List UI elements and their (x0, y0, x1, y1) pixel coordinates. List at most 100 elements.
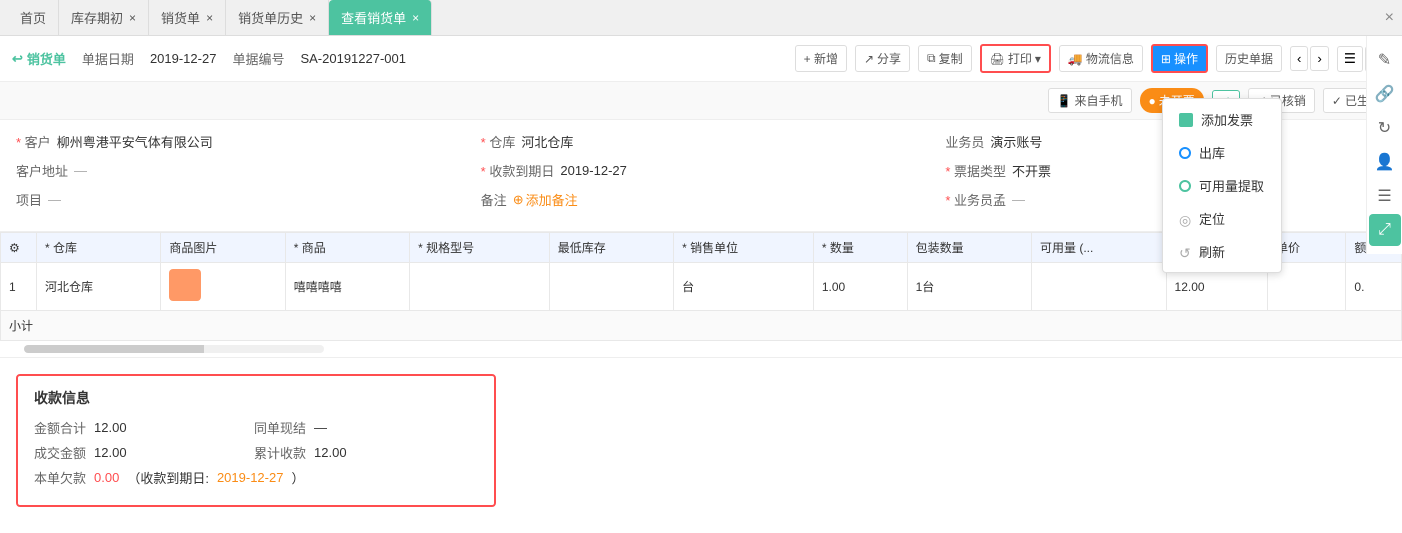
op-refresh[interactable]: ↺ 刷新 (1163, 235, 1281, 268)
operation-icon: ⊞ (1161, 52, 1171, 66)
payment-date-value: 2019-12-27 (560, 163, 627, 178)
row-product: 嘻嘻嘻嘻 (285, 263, 409, 311)
row-min-stock (549, 263, 673, 311)
tab-inventory[interactable]: 库存期初 × (59, 0, 149, 35)
doc-type-label: 销货单 (27, 49, 66, 68)
tab-sales-close[interactable]: × (206, 11, 213, 25)
copy-icon: ⧉ (927, 51, 936, 66)
next-arrow[interactable]: › (1310, 46, 1328, 71)
th-min-stock: 最低库存 (549, 233, 673, 263)
notes-label: 备注 (481, 190, 507, 209)
sidebar-refresh-icon[interactable]: ↻ (1369, 112, 1401, 144)
ticket-type-label: 票据类型 (945, 161, 1006, 180)
logistics-button[interactable]: 🚚 物流信息 (1059, 45, 1143, 72)
same-order-value: — (314, 420, 327, 435)
outbound-icon (1179, 147, 1191, 159)
print-button[interactable]: 🖨 打印 ▾ (980, 44, 1051, 73)
sidebar-user-icon[interactable]: 👤 (1369, 146, 1401, 178)
window-close-button[interactable]: × (1385, 9, 1394, 27)
copy-button[interactable]: ⧉ 复制 (918, 45, 972, 72)
share-icon: ↗ (864, 52, 874, 66)
view-list-btn[interactable]: ☰ (1337, 46, 1363, 72)
th-qty: * 数量 (813, 233, 907, 263)
print-icon: 🖨 (990, 52, 1005, 66)
tab-inventory-close[interactable]: × (129, 11, 136, 25)
project-field: 项目 — (16, 190, 457, 209)
logistics-icon: 🚚 (1068, 52, 1083, 66)
sidebar-link-icon[interactable]: 🔗 (1369, 78, 1401, 110)
op-add-invoice-label: 添加发票 (1201, 110, 1253, 129)
tab-sales-history[interactable]: 销货单历史 × (226, 0, 329, 35)
tab-home-label: 首页 (20, 8, 46, 27)
payment-date-label: 收款到期日 (481, 161, 555, 180)
total-amount-value: 12.00 (94, 420, 127, 435)
payment-area: 收款信息 金额合计 12.00 同单现结 — 成交金额 12.00 累计收款 (0, 358, 1402, 523)
locate-icon: ◎ (1179, 212, 1191, 226)
tab-sales[interactable]: 销货单 × (149, 0, 226, 35)
tab-sales-history-label: 销货单历史 (238, 8, 303, 27)
subtotal-row: 小计 (1, 311, 1402, 341)
address-field: 客户地址 — (16, 161, 457, 180)
new-button[interactable]: + 新增 (795, 45, 847, 72)
sidebar-list-icon[interactable]: ☰ (1369, 180, 1401, 212)
op-available-qty[interactable]: 可用量提取 (1163, 169, 1281, 202)
total-amount-label: 金额合计 (34, 418, 86, 437)
payment-title: 收款信息 (34, 388, 478, 408)
row-unit: 台 (674, 263, 814, 311)
same-order-label: 同单现结 (254, 418, 306, 437)
operation-button[interactable]: ⊞ 操作 (1151, 44, 1208, 73)
notes-field: 备注 ⊕ 添加备注 (481, 190, 922, 209)
payment-date-field: 收款到期日 2019-12-27 (481, 161, 922, 180)
op-locate-label: 定位 (1199, 209, 1225, 228)
customer-label: 客户 (16, 132, 51, 151)
row-amount: 0. (1346, 263, 1402, 311)
cumulative-label: 累计收款 (254, 443, 306, 462)
no-label: 单据编号 (232, 49, 284, 68)
history-button[interactable]: 历史单据 (1216, 45, 1282, 72)
sales-staff-value: — (1012, 192, 1025, 207)
sidebar-expand-icon[interactable]: ⤢ (1369, 214, 1401, 246)
customer-field: 客户 柳州粤港平安气体有限公司 (16, 132, 457, 151)
owed-label: 本单欠款 (34, 468, 86, 487)
payment-row-3: 本单欠款 0.00 （收款到期日: 2019-12-27 ） (34, 468, 478, 487)
doc-info: 单据日期 2019-12-27 单据编号 SA-20191227-001 (82, 49, 795, 68)
row-pkg-qty: 1台 (907, 263, 1031, 311)
project-value: — (48, 192, 61, 207)
warehouse-field: 仓库 河北仓库 (481, 132, 922, 151)
th-gear[interactable]: ⚙ (1, 233, 37, 263)
refresh-icon: ↺ (1179, 245, 1191, 259)
sidebar-edit-icon[interactable]: ✎ (1369, 44, 1401, 76)
product-image (169, 269, 201, 301)
tab-sales-history-close[interactable]: × (309, 11, 316, 25)
cumulative-item: 累计收款 12.00 (254, 443, 434, 462)
op-add-invoice[interactable]: 添加发票 (1163, 103, 1281, 136)
no-value: SA-20191227-001 (300, 51, 406, 66)
tab-view-sales[interactable]: 查看销货单 × (329, 0, 432, 35)
payment-row-2: 成交金额 12.00 累计收款 12.00 (34, 443, 478, 462)
ticket-icon: ● (1149, 94, 1156, 108)
from-mobile-button[interactable]: 📱 来自手机 (1048, 88, 1132, 113)
row-warehouse: 河北仓库 (37, 263, 161, 311)
row-available (1031, 263, 1166, 311)
address-label: 客户地址 (16, 161, 68, 180)
add-invoice-icon (1179, 113, 1193, 127)
owed-close: ） (291, 468, 304, 487)
op-outbound[interactable]: 出库 (1163, 136, 1281, 169)
subtotal-label: 小计 (1, 311, 1402, 341)
date-value: 2019-12-27 (150, 51, 217, 66)
staff-label: 业务员 (945, 132, 984, 151)
owed-date: 2019-12-27 (217, 470, 284, 485)
prev-arrow[interactable]: ‹ (1290, 46, 1308, 71)
op-locate[interactable]: ◎ 定位 (1163, 202, 1281, 235)
share-button[interactable]: ↗ 分享 (855, 45, 910, 72)
staff-value: 演示账号 (990, 132, 1042, 151)
row-num: 1 (1, 263, 37, 311)
op-refresh-label: 刷新 (1199, 242, 1225, 261)
owed-value: 0.00 (94, 470, 119, 485)
tab-home[interactable]: 首页 (8, 0, 59, 35)
tab-view-sales-close[interactable]: × (412, 11, 419, 25)
horizontal-scrollbar[interactable] (24, 345, 324, 353)
project-label: 项目 (16, 190, 42, 209)
warehouse-value: 河北仓库 (521, 132, 573, 151)
add-note-button[interactable]: ⊕ 添加备注 (513, 190, 578, 209)
